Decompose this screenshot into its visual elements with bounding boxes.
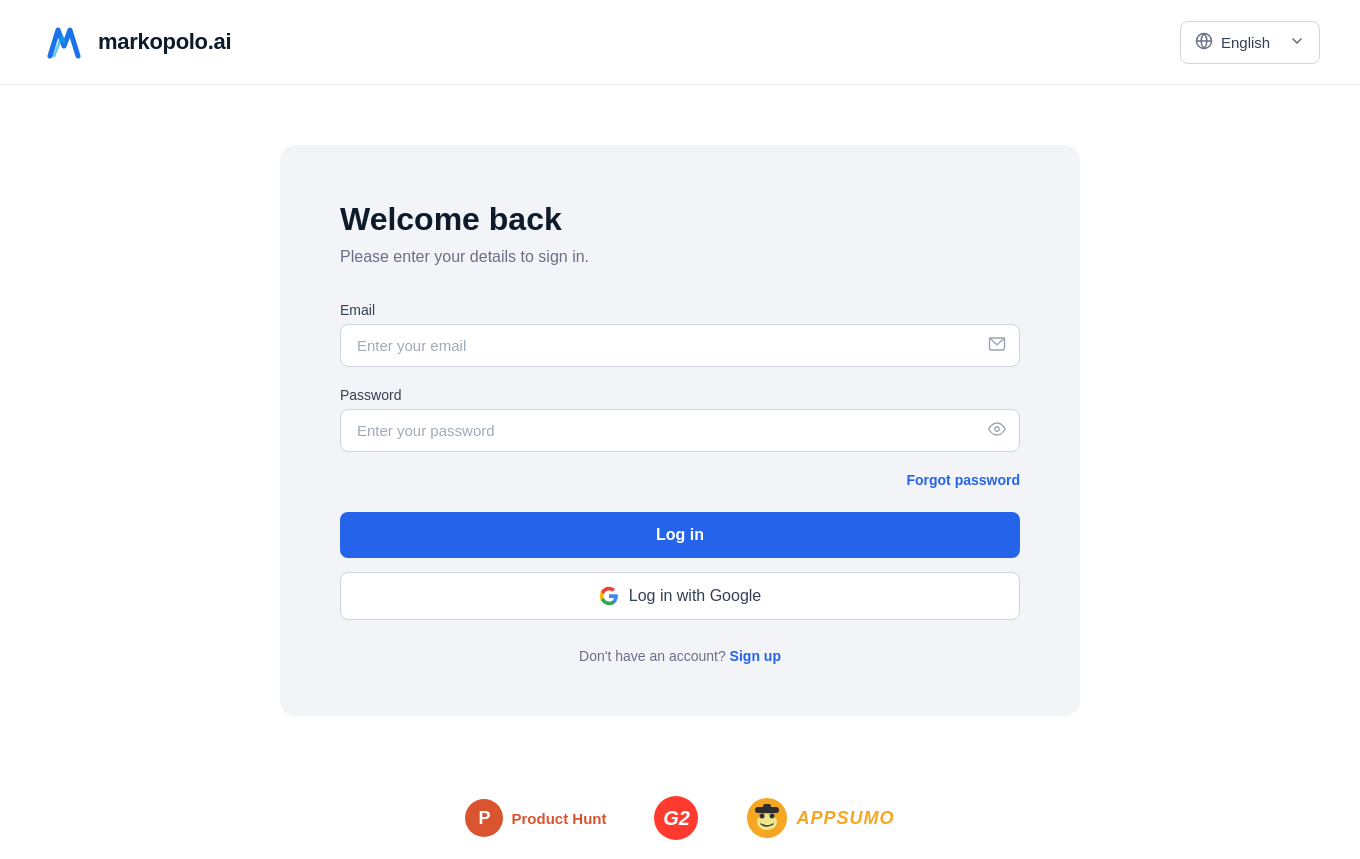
password-input[interactable]	[340, 409, 1020, 452]
language-selector[interactable]: English	[1180, 21, 1320, 64]
password-label: Password	[340, 387, 1020, 403]
card-title: Welcome back	[340, 201, 1020, 238]
email-input-wrapper	[340, 324, 1020, 367]
login-card: Welcome back Please enter your details t…	[280, 145, 1080, 716]
svg-rect-9	[763, 804, 771, 809]
svg-point-6	[760, 814, 765, 819]
appsumo-label: APPSUMO	[796, 808, 894, 829]
g2-badge: G2	[654, 796, 698, 840]
google-icon	[599, 586, 619, 606]
product-hunt-badge: P Product Hunt	[465, 799, 606, 837]
globe-icon	[1195, 32, 1213, 53]
card-subtitle: Please enter your details to sign in.	[340, 248, 1020, 266]
login-button[interactable]: Log in	[340, 512, 1020, 558]
email-label: Email	[340, 302, 1020, 318]
google-button-label: Log in with Google	[629, 587, 762, 605]
password-input-wrapper	[340, 409, 1020, 452]
product-hunt-icon: P	[465, 799, 503, 837]
footer-badges: P Product Hunt G2 APPSUMO	[0, 756, 1360, 859]
main-content: Welcome back Please enter your details t…	[0, 85, 1360, 756]
forgot-password-link[interactable]: Forgot password	[906, 472, 1020, 488]
password-group: Password	[340, 387, 1020, 452]
header: markopolo.ai English	[0, 0, 1360, 85]
logo-text: markopolo.ai	[98, 29, 231, 55]
forgot-row: Forgot password	[340, 472, 1020, 488]
appsumo-badge: APPSUMO	[746, 797, 894, 839]
signup-prompt: Don't have an account?	[579, 648, 726, 664]
email-group: Email	[340, 302, 1020, 367]
email-input[interactable]	[340, 324, 1020, 367]
show-password-icon[interactable]	[988, 420, 1006, 442]
appsumo-icon	[746, 797, 788, 839]
language-label: English	[1221, 34, 1270, 51]
signup-row: Don't have an account? Sign up	[340, 648, 1020, 664]
email-icon	[988, 335, 1006, 357]
signup-link[interactable]: Sign up	[730, 648, 781, 664]
logo-icon	[40, 18, 88, 66]
logo-area: markopolo.ai	[40, 18, 231, 66]
chevron-down-icon	[1289, 33, 1305, 52]
product-hunt-label: Product Hunt	[511, 810, 606, 827]
svg-point-3	[995, 426, 1000, 431]
google-login-button[interactable]: Log in with Google	[340, 572, 1020, 620]
svg-point-7	[770, 814, 775, 819]
